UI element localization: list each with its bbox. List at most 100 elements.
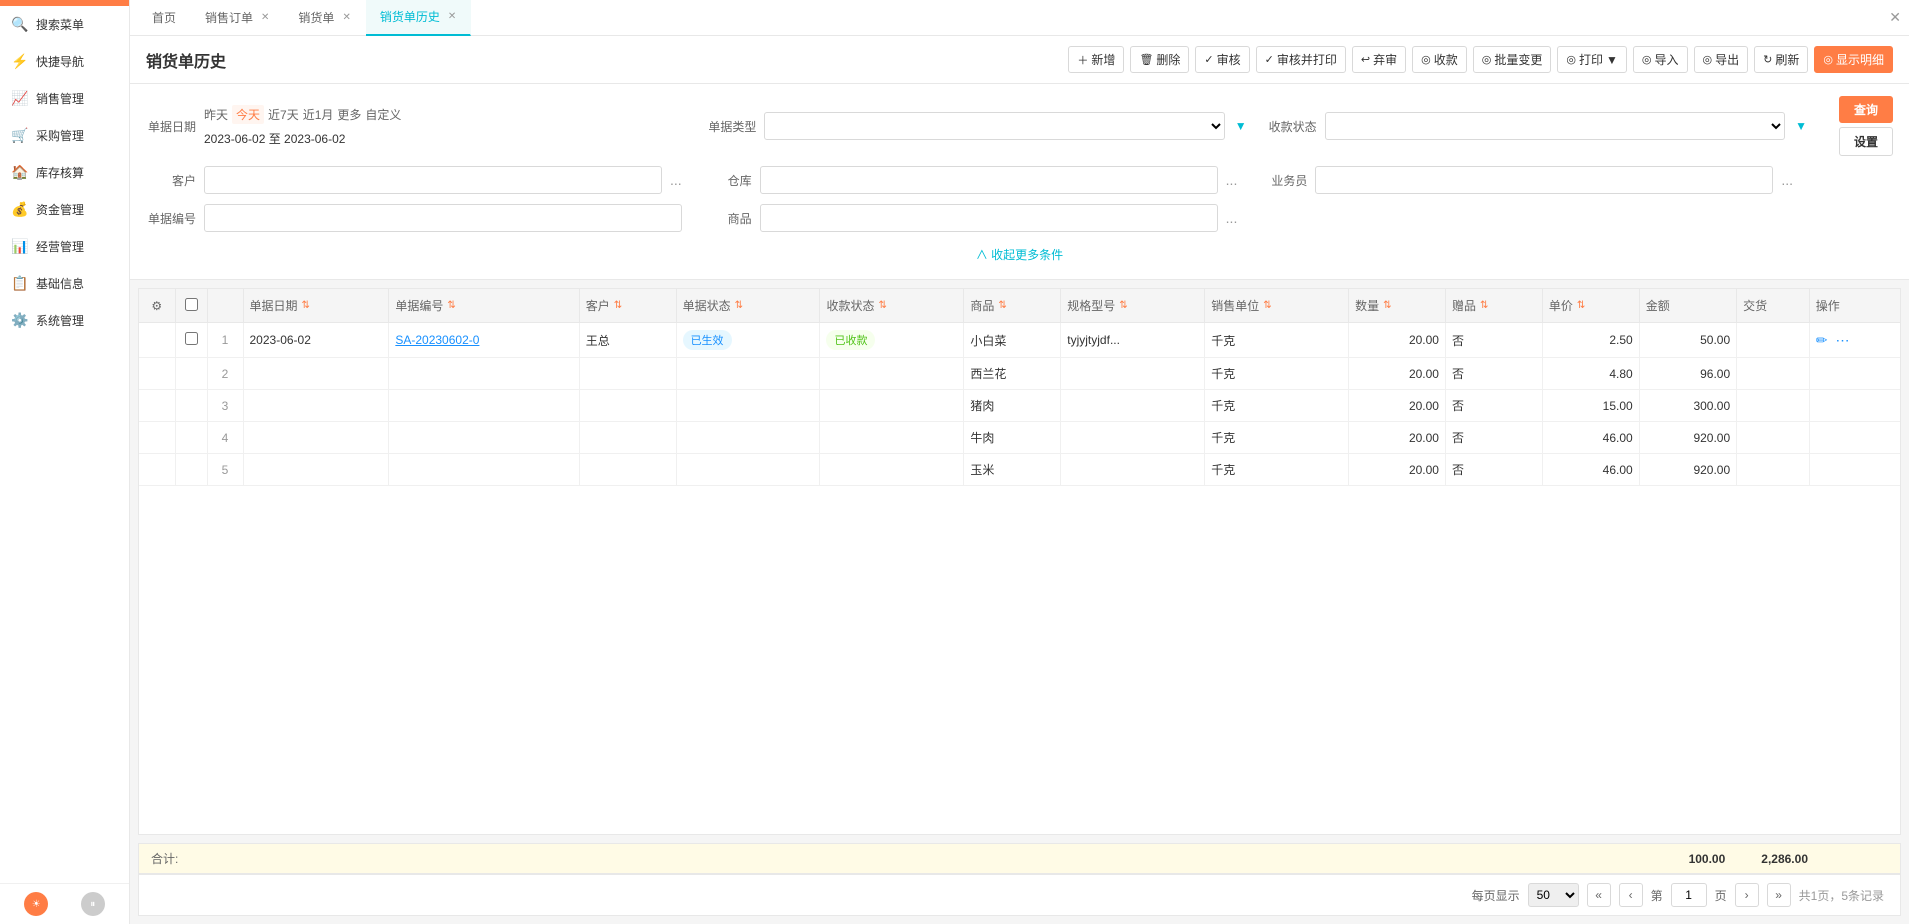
date-shortcut-more[interactable]: 更多 <box>337 106 361 123</box>
th-sales-unit[interactable]: 销售单位⇅ <box>1205 289 1349 323</box>
pag-next-button[interactable]: › <box>1735 883 1759 907</box>
th-gift[interactable]: 赠品⇅ <box>1445 289 1542 323</box>
th-spec[interactable]: 规格型号⇅ <box>1061 289 1205 323</box>
batch-change-button[interactable]: ◎ 批量变更 <box>1473 46 1552 73</box>
row-checkbox-0[interactable] <box>175 323 207 358</box>
th-goods[interactable]: 商品⇅ <box>964 289 1061 323</box>
date-shortcut-7days[interactable]: 近7天 <box>268 106 299 123</box>
row-doc-no-1[interactable] <box>389 358 579 390</box>
sidebar-item-quick-nav[interactable]: ⚡ 快捷导航 <box>0 43 129 80</box>
filter-docno-input[interactable] <box>204 204 682 232</box>
sidebar-item-finance[interactable]: 💰 资金管理 <box>0 191 129 228</box>
filter-doc-type-select[interactable] <box>764 112 1224 140</box>
th-doc-no[interactable]: 单据编号⇅ <box>389 289 579 323</box>
sidebar-label-purchase-mgmt: 采购管理 <box>36 127 84 144</box>
warehouse-more-dots[interactable]: ... <box>1226 172 1238 188</box>
review-print-button[interactable]: ✓ 审核并打印 <box>1256 46 1346 73</box>
row-index-0: 1 <box>207 323 243 358</box>
print-button[interactable]: ◎ 打印 ▼ <box>1557 46 1627 73</box>
sidebar-item-operations[interactable]: 📊 经营管理 <box>0 228 129 265</box>
doc-no-link-0[interactable]: SA-20230602-0 <box>395 333 479 347</box>
pag-last-button[interactable]: » <box>1767 883 1791 907</box>
filter-customer-input[interactable] <box>204 166 662 194</box>
tab-sales-goods-close[interactable]: ✕ <box>342 12 350 23</box>
review-icon: ✓ <box>1204 53 1213 66</box>
pag-first-button[interactable]: « <box>1587 883 1611 907</box>
sort-goods-icon: ⇅ <box>998 300 1006 311</box>
filter-collapse-button[interactable]: ∧ 收起更多条件 <box>146 242 1893 267</box>
date-shortcut-1month[interactable]: 近1月 <box>303 106 334 123</box>
date-shortcut-custom[interactable]: 自定义 <box>365 106 401 123</box>
inventory-icon: 🏠 <box>12 165 28 181</box>
tab-sales-order[interactable]: 销售订单 ✕ <box>191 0 284 36</box>
row-checkbox-4[interactable] <box>175 454 207 486</box>
sidebar-item-sales-mgmt[interactable]: 📈 销售管理 <box>0 80 129 117</box>
tab-sales-history[interactable]: 销货单历史 ✕ <box>366 0 471 36</box>
th-doc-status[interactable]: 单据状态⇅ <box>676 289 820 323</box>
row-transaction-4 <box>1737 454 1810 486</box>
sidebar-bottom-icon-2[interactable]: ⏸ <box>81 892 105 916</box>
filter-payment-status-select[interactable] <box>1325 112 1785 140</box>
date-shortcut-yesterday[interactable]: 昨天 <box>204 106 228 123</box>
collect-button[interactable]: ◎ 收款 <box>1412 46 1467 73</box>
row-doc-no-2[interactable] <box>389 390 579 422</box>
th-quantity[interactable]: 数量⇅ <box>1349 289 1446 323</box>
sidebar-item-purchase-mgmt[interactable]: 🛒 采购管理 <box>0 117 129 154</box>
tab-close-all[interactable]: ✕ <box>1889 9 1901 26</box>
delete-button[interactable]: 🗑 删除 <box>1130 46 1189 73</box>
row-checkbox-1[interactable] <box>175 358 207 390</box>
row-checkbox-3[interactable] <box>175 422 207 454</box>
th-unit-price[interactable]: 单价⇅ <box>1542 289 1639 323</box>
tab-sales-history-close[interactable]: ✕ <box>448 11 456 22</box>
more-icon-0[interactable]: ⋯ <box>1835 332 1849 349</box>
tab-home[interactable]: 首页 <box>138 0 191 36</box>
th-index <box>207 289 243 323</box>
export-button[interactable]: ◎ 导出 <box>1694 46 1749 73</box>
th-checkbox[interactable] <box>175 289 207 323</box>
query-settings-button[interactable]: 设置 <box>1839 127 1893 156</box>
date-shortcut-today[interactable]: 今天 <box>232 105 264 124</box>
filter-salesperson-input[interactable] <box>1315 166 1773 194</box>
tab-sales-order-close[interactable]: ✕ <box>261 12 269 23</box>
sidebar-item-basic-info[interactable]: 📋 基础信息 <box>0 265 129 302</box>
filter-goods-input[interactable] <box>760 204 1218 232</box>
goods-more-dots[interactable]: ... <box>1226 210 1238 226</box>
row-gift-2: 否 <box>1445 390 1542 422</box>
sidebar-bottom-icon-1[interactable]: ☀ <box>24 892 48 916</box>
sidebar-item-sys-mgmt[interactable]: ⚙️ 系统管理 <box>0 302 129 339</box>
sidebar-item-inventory[interactable]: 🏠 库存核算 <box>0 154 129 191</box>
select-all-checkbox[interactable] <box>185 298 198 311</box>
refresh-button[interactable]: ↻ 刷新 <box>1754 46 1808 73</box>
row-checkbox-2[interactable] <box>175 390 207 422</box>
row-doc-date-1 <box>243 358 389 390</box>
show-detail-button[interactable]: ◎ 显示明细 <box>1814 46 1893 73</box>
import-icon: ◎ <box>1642 53 1652 66</box>
abandon-button[interactable]: ↩ 弃审 <box>1352 46 1406 73</box>
th-payment-status[interactable]: 收款状态⇅ <box>820 289 964 323</box>
sort-spec-icon: ⇅ <box>1119 300 1127 311</box>
sidebar-item-search-menu[interactable]: 🔍 搜索菜单 <box>0 6 129 43</box>
add-button[interactable]: ＋ 新增 <box>1068 46 1124 73</box>
row-doc-no-3[interactable] <box>389 422 579 454</box>
customer-more-dots[interactable]: ... <box>670 172 682 188</box>
sales-mgmt-icon: 📈 <box>12 91 28 107</box>
query-search-button[interactable]: 查询 <box>1839 96 1893 123</box>
filter-warehouse-input[interactable] <box>760 166 1218 194</box>
th-doc-date[interactable]: 单据日期⇅ <box>243 289 389 323</box>
tab-sales-goods[interactable]: 销货单 ✕ <box>284 0 365 36</box>
import-button[interactable]: ◎ 导入 <box>1633 46 1688 73</box>
row-settings-0 <box>139 323 175 358</box>
row-doc-no-4[interactable] <box>389 454 579 486</box>
sidebar-label-quick-nav: 快捷导航 <box>36 53 84 70</box>
row-doc-no-0[interactable]: SA-20230602-0 <box>389 323 579 358</box>
pag-page-input[interactable] <box>1671 883 1707 907</box>
review-button[interactable]: ✓ 审核 <box>1195 46 1249 73</box>
row-check-0[interactable] <box>185 332 198 345</box>
edit-icon-0[interactable]: ✏ <box>1816 332 1828 349</box>
per-page-select[interactable]: 50 100 200 <box>1528 883 1579 907</box>
salesperson-more-dots[interactable]: ... <box>1781 172 1793 188</box>
row-doc-date-4 <box>243 454 389 486</box>
th-settings[interactable]: ⚙ <box>139 289 175 323</box>
th-customer[interactable]: 客户⇅ <box>579 289 676 323</box>
pag-prev-button[interactable]: ‹ <box>1619 883 1643 907</box>
